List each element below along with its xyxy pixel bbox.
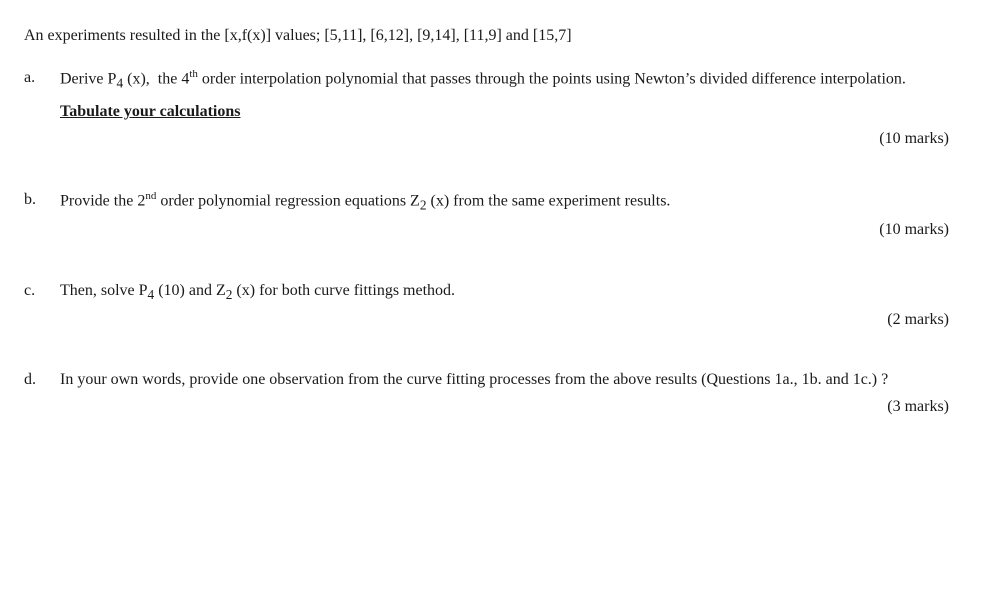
- question-c-label: c.: [24, 279, 60, 304]
- question-b: b. Provide the 2nd order polynomial regr…: [24, 188, 949, 269]
- intro-text: An experiments resulted in the [x,f(x)] …: [24, 24, 949, 48]
- question-c-marks: (2 marks): [60, 308, 949, 333]
- question-d-content: In your own words, provide one observati…: [60, 368, 949, 428]
- question-b-marks: (10 marks): [60, 218, 949, 243]
- subscript-4c: 4: [148, 287, 155, 302]
- question-a-bold: Tabulate your calculations: [60, 100, 949, 125]
- question-c-text: Then, solve P4 (10) and Z2 (x) for both …: [60, 279, 949, 306]
- question-a-text: Derive P4 (x), the 4th order interpolati…: [60, 66, 949, 94]
- question-a-marks: (10 marks): [60, 127, 949, 152]
- question-c: c. Then, solve P4 (10) and Z2 (x) for bo…: [24, 279, 949, 359]
- question-b-text: Provide the 2nd order polynomial regress…: [60, 188, 949, 216]
- subscript-2c: 2: [226, 287, 233, 302]
- question-a-content: Derive P4 (x), the 4th order interpolati…: [60, 66, 949, 178]
- question-b-content: Provide the 2nd order polynomial regress…: [60, 188, 949, 269]
- superscript-nd: nd: [145, 190, 156, 202]
- question-c-content: Then, solve P4 (10) and Z2 (x) for both …: [60, 279, 949, 359]
- question-a-label: a.: [24, 66, 60, 91]
- subscript-4a: 4: [116, 76, 123, 91]
- question-d-marks: (3 marks): [60, 395, 949, 420]
- question-d: d. In your own words, provide one observ…: [24, 368, 949, 428]
- superscript-th: th: [189, 68, 198, 80]
- question-b-label: b.: [24, 188, 60, 213]
- question-d-text: In your own words, provide one observati…: [60, 368, 949, 393]
- question-list: a. Derive P4 (x), the 4th order interpol…: [24, 66, 949, 428]
- question-d-label: d.: [24, 368, 60, 393]
- subscript-2b: 2: [420, 197, 427, 212]
- question-a: a. Derive P4 (x), the 4th order interpol…: [24, 66, 949, 178]
